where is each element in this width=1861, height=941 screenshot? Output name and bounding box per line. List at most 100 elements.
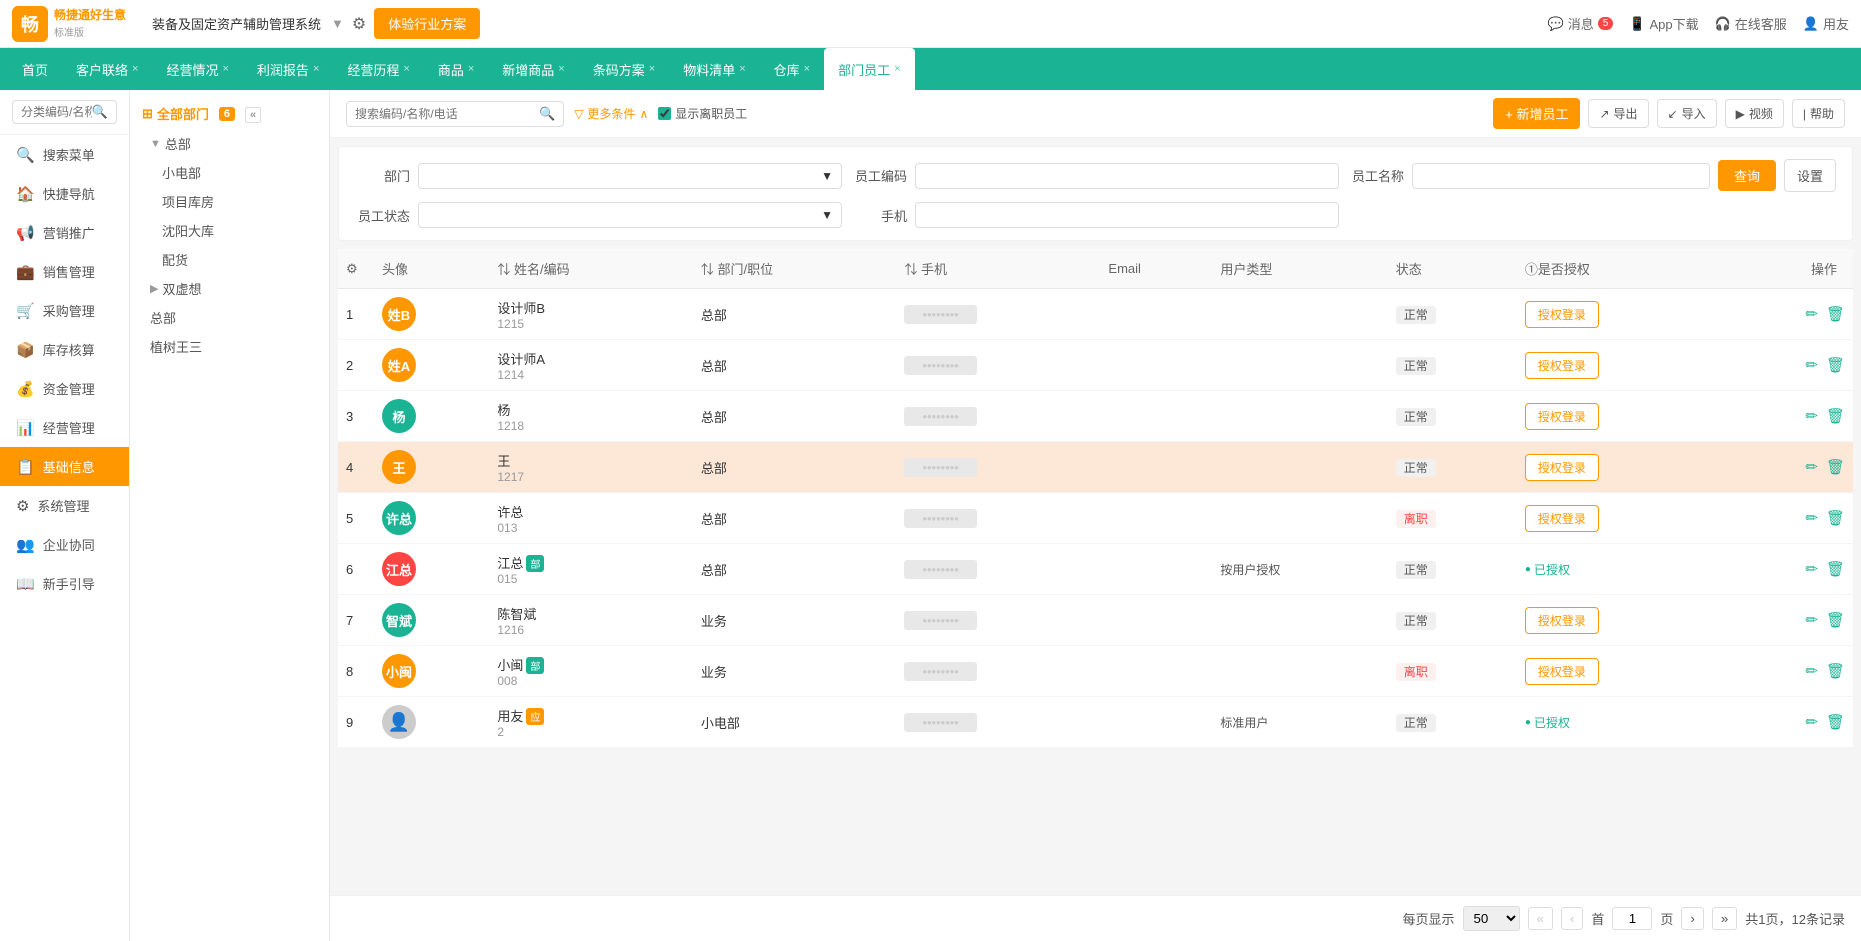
tab-goods-close[interactable]: × — [468, 63, 474, 75]
tab-addgoods-close[interactable]: × — [558, 63, 564, 75]
tab-customer-close[interactable]: × — [132, 63, 138, 75]
filter-phone-input[interactable] — [915, 202, 1339, 228]
online-service-btn[interactable]: 🎧 在线客服 — [1715, 14, 1787, 33]
sidebar-item-operation[interactable]: 📊 经营管理 — [0, 408, 129, 447]
delete-btn[interactable]: 🗑 — [1826, 407, 1845, 425]
export-btn[interactable]: ↗ 导出 — [1588, 99, 1648, 128]
auth-login-btn[interactable]: 授权登录 — [1525, 352, 1599, 379]
tab-bom-close[interactable]: × — [739, 63, 745, 75]
auth-login-btn[interactable]: 授权登录 — [1525, 403, 1599, 430]
help-btn[interactable]: | 帮助 — [1792, 99, 1845, 128]
delete-btn[interactable]: 🗑 — [1826, 458, 1845, 476]
prev-page-btn[interactable]: ‹ — [1561, 907, 1583, 930]
auth-login-btn[interactable]: 授权登录 — [1525, 658, 1599, 685]
col-settings[interactable]: ⚙ — [338, 249, 374, 289]
sidebar-item-finance[interactable]: 💰 资金管理 — [0, 369, 129, 408]
last-page-btn[interactable]: » — [1712, 907, 1737, 930]
sidebar-item-system[interactable]: ⚙ 系统管理 — [0, 486, 129, 525]
message-btn[interactable]: 💬 消息 5 — [1548, 14, 1614, 33]
tab-deptstaff-close[interactable]: × — [894, 63, 900, 75]
add-employee-btn[interactable]: + 新增员工 — [1493, 98, 1580, 129]
sidebar-item-basic[interactable]: 📋 基础信息 — [0, 447, 129, 486]
sidebar-item-collab[interactable]: 👥 企业协同 — [0, 525, 129, 564]
tab-profit-close[interactable]: × — [313, 63, 319, 75]
sidebar-item-search[interactable]: 🔍 搜索菜单 — [0, 135, 129, 174]
trial-button[interactable]: 体验行业方案 — [374, 8, 480, 39]
tab-operation-close[interactable]: × — [222, 63, 228, 75]
search-input[interactable] — [355, 107, 535, 121]
delete-btn[interactable]: 🗑 — [1826, 713, 1845, 731]
auth-login-btn[interactable]: 授权登录 — [1525, 607, 1599, 634]
edit-btn[interactable]: ✏ — [1805, 356, 1818, 374]
delete-btn[interactable]: 🗑 — [1826, 662, 1845, 680]
import-btn[interactable]: ↙ 导入 — [1657, 99, 1717, 128]
edit-btn[interactable]: ✏ — [1805, 662, 1818, 680]
sidebar-item-guide[interactable]: 📖 新手引导 — [0, 564, 129, 603]
per-page-select[interactable]: 50 20 100 — [1463, 906, 1520, 931]
tab-bom[interactable]: 物料清单 × — [669, 48, 759, 90]
delete-btn[interactable]: 🗑 — [1826, 305, 1845, 323]
more-filter-btn[interactable]: ▽ 更多条件 ∧ — [574, 105, 648, 122]
sidebar-item-purchase[interactable]: 🛒 采购管理 — [0, 291, 129, 330]
query-btn[interactable]: 查询 — [1718, 160, 1776, 191]
user-btn[interactable]: 👤 用友 — [1803, 14, 1849, 33]
dept-group-header-hq[interactable]: ▼ 总部 — [138, 129, 329, 158]
next-page-btn[interactable]: › — [1681, 907, 1703, 930]
tab-dept-staff[interactable]: 部门员工 × — [824, 48, 914, 90]
sidebar-search-input[interactable] — [21, 105, 92, 119]
filter-empcode-input[interactable] — [915, 163, 1339, 189]
delete-btn[interactable]: 🗑 — [1826, 560, 1845, 578]
view-btn[interactable]: ▶ 视频 — [1725, 99, 1784, 128]
col-name[interactable]: ⇅ 姓名/编码 — [489, 249, 693, 289]
edit-btn[interactable]: ✏ — [1805, 611, 1818, 629]
tab-add-goods[interactable]: 新增商品 × — [488, 48, 578, 90]
tab-customer[interactable]: 客户联络 × — [62, 48, 152, 90]
auth-login-btn[interactable]: 授权登录 — [1525, 505, 1599, 532]
dept-child-xiaodian[interactable]: 小电部 — [138, 158, 329, 187]
show-resigned-label[interactable]: 显示离职员工 — [658, 105, 747, 122]
reset-btn[interactable]: 设置 — [1784, 159, 1836, 192]
tab-warehouse-close[interactable]: × — [804, 63, 810, 75]
dept-group-header-dual[interactable]: ▶ 双虚想 — [138, 274, 329, 303]
filter-empname-input[interactable] — [1412, 163, 1710, 189]
tab-barcode[interactable]: 条码方案 × — [579, 48, 669, 90]
dept-group-header-plant[interactable]: 植树王三 — [138, 332, 329, 361]
filter-status-select[interactable]: ▼ — [418, 202, 842, 228]
edit-btn[interactable]: ✏ — [1805, 407, 1818, 425]
edit-btn[interactable]: ✏ — [1805, 305, 1818, 323]
sidebar-item-marketing[interactable]: 📢 营销推广 — [0, 213, 129, 252]
tab-history-close[interactable]: × — [403, 63, 409, 75]
col-dept[interactable]: ⇅ 部门/职位 — [693, 249, 897, 289]
edit-btn[interactable]: ✏ — [1805, 560, 1818, 578]
tab-home[interactable]: 首页 — [8, 48, 62, 90]
app-download-btn[interactable]: 📱 App下载 — [1629, 14, 1698, 33]
auth-login-btn[interactable]: 授权登录 — [1525, 454, 1599, 481]
delete-btn[interactable]: 🗑 — [1826, 356, 1845, 374]
sidebar-item-inventory[interactable]: 📦 库存核算 — [0, 330, 129, 369]
edit-btn[interactable]: ✏ — [1805, 713, 1818, 731]
dept-group-header-hq2[interactable]: 总部 — [138, 303, 329, 332]
collapse-dept-btn[interactable]: « — [245, 106, 261, 121]
sidebar-item-sales[interactable]: 💼 销售管理 — [0, 252, 129, 291]
tab-goods[interactable]: 商品 × — [424, 48, 488, 90]
tab-warehouse[interactable]: 仓库 × — [760, 48, 824, 90]
gear-icon[interactable]: ⚙ — [352, 14, 366, 34]
tab-history[interactable]: 经营历程 × — [333, 48, 423, 90]
dept-child-distribution[interactable]: 配货 — [138, 245, 329, 274]
dropdown-icon[interactable]: ▼ — [331, 16, 344, 31]
dept-child-shenyang[interactable]: 沈阳大库 — [138, 216, 329, 245]
first-page-btn[interactable]: « — [1528, 907, 1553, 930]
all-dept-label[interactable]: ⊞ 全部部门 6 « — [130, 98, 329, 129]
tab-profit[interactable]: 利润报告 × — [243, 48, 333, 90]
edit-btn[interactable]: ✏ — [1805, 509, 1818, 527]
dept-child-project[interactable]: 项目库房 — [138, 187, 329, 216]
tab-operation[interactable]: 经营情况 × — [152, 48, 242, 90]
filter-dept-select[interactable]: ▼ — [418, 163, 842, 189]
col-phone[interactable]: ⇅ 手机 — [896, 249, 1100, 289]
delete-btn[interactable]: 🗑 — [1826, 509, 1845, 527]
delete-btn[interactable]: 🗑 — [1826, 611, 1845, 629]
auth-login-btn[interactable]: 授权登录 — [1525, 301, 1599, 328]
tab-barcode-close[interactable]: × — [649, 63, 655, 75]
sidebar-item-quicknav[interactable]: 🏠 快捷导航 — [0, 174, 129, 213]
edit-btn[interactable]: ✏ — [1805, 458, 1818, 476]
